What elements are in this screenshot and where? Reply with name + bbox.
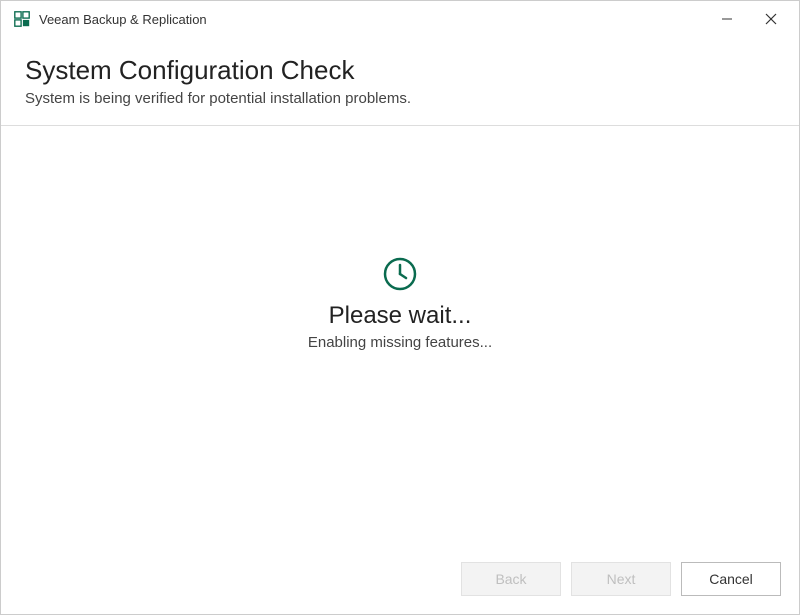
close-button[interactable]: [749, 4, 793, 34]
wait-status: Enabling missing features...: [308, 334, 492, 351]
window-title: Veeam Backup & Replication: [39, 12, 705, 27]
back-button: Back: [461, 562, 561, 596]
header-section: System Configuration Check System is bei…: [1, 37, 799, 126]
cancel-button[interactable]: Cancel: [681, 562, 781, 596]
titlebar: Veeam Backup & Replication: [1, 1, 799, 37]
minimize-button[interactable]: [705, 4, 749, 34]
wait-title: Please wait...: [329, 302, 472, 330]
content-area: Please wait... Enabling missing features…: [1, 126, 799, 548]
window-controls: [705, 4, 793, 34]
page-subtitle: System is being verified for potential i…: [25, 90, 775, 107]
app-icon: [13, 10, 31, 28]
next-button: Next: [571, 562, 671, 596]
clock-icon: [382, 256, 418, 292]
footer-buttons: Back Next Cancel: [1, 548, 799, 614]
page-title: System Configuration Check: [25, 55, 775, 86]
